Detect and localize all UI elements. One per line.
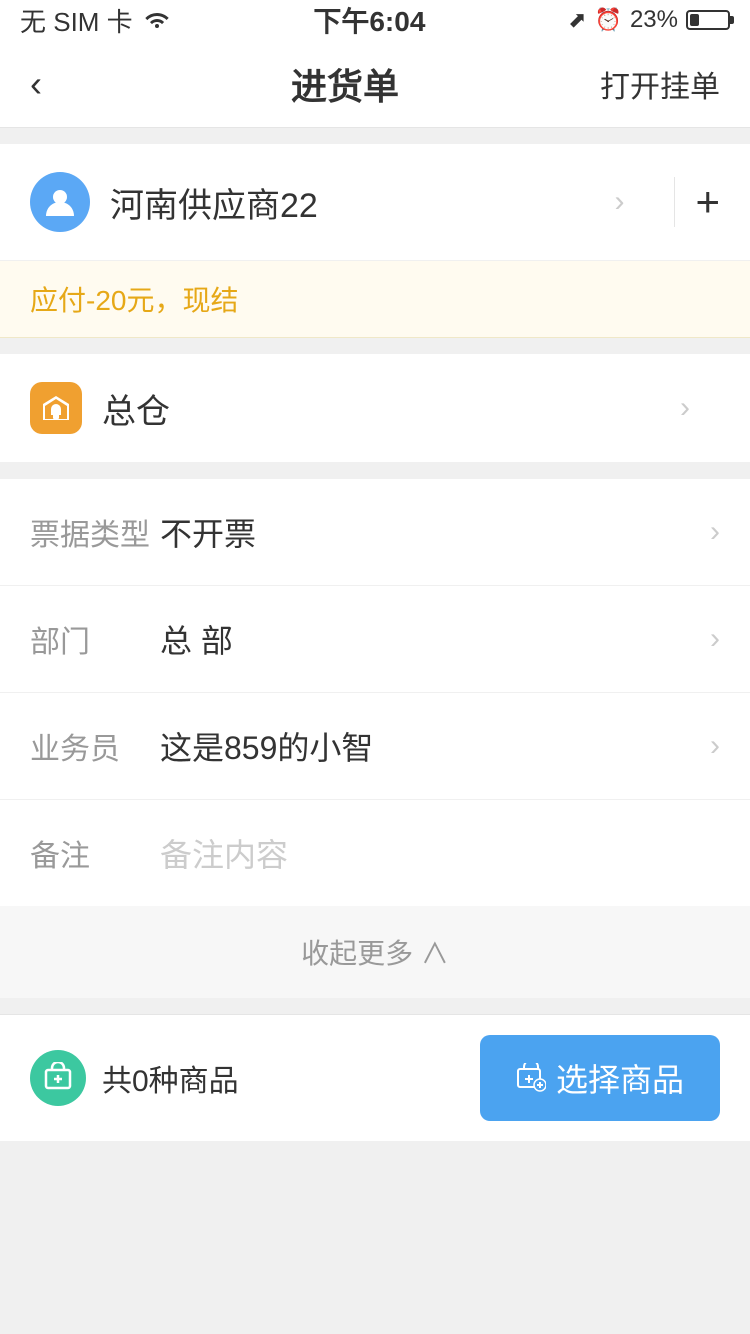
back-button[interactable]: ‹ <box>30 63 90 105</box>
battery-percent: 23% <box>630 6 678 34</box>
section-gap-3 <box>0 463 750 479</box>
form-section: 票据类型 不开票 › 部门 总 部 › 业务员 这是859的小智 › 备注 备注… <box>0 479 750 906</box>
supplier-chevron-icon: › <box>614 185 624 219</box>
dept-value: 总 部 <box>160 616 710 662</box>
status-time: 下午6:04 <box>313 0 425 40</box>
dept-chevron-icon: › <box>710 622 720 656</box>
carrier-text: 无 SIM 卡 <box>20 2 133 39</box>
supplier-row[interactable]: 河南供应商22 › + <box>0 144 750 261</box>
salesman-value: 这是859的小智 <box>160 723 710 769</box>
product-icon-circle <box>30 1050 86 1106</box>
remark-label: 备注 <box>30 831 160 875</box>
ticket-type-row[interactable]: 票据类型 不开票 › <box>0 479 750 586</box>
supplier-section: 河南供应商22 › + 应付-20元，现结 <box>0 144 750 338</box>
salesman-row[interactable]: 业务员 这是859的小智 › <box>0 693 750 800</box>
salesman-chevron-icon: › <box>710 729 720 763</box>
vertical-divider <box>674 177 675 227</box>
ticket-type-value: 不开票 <box>160 509 710 555</box>
location-icon: ⬈ <box>568 7 586 33</box>
select-product-label: 选择商品 <box>556 1055 684 1101</box>
nav-bar: ‹ 进货单 打开挂单 <box>0 40 750 128</box>
remark-row[interactable]: 备注 备注内容 <box>0 800 750 906</box>
supplier-name: 河南供应商22 <box>110 178 614 227</box>
section-gap-1 <box>0 128 750 144</box>
wifi-icon <box>143 5 171 36</box>
open-pending-button[interactable]: 打开挂单 <box>600 62 720 106</box>
status-bar: 无 SIM 卡 下午6:04 ⬈ ⏰ 23% <box>0 0 750 40</box>
status-right: ⬈ ⏰ 23% <box>568 6 730 34</box>
product-count-text: 共0种商品 <box>102 1056 239 1100</box>
product-count-area: 共0种商品 <box>30 1050 239 1106</box>
add-supplier-button[interactable]: + <box>695 178 720 226</box>
dept-row[interactable]: 部门 总 部 › <box>0 586 750 693</box>
main-content: 河南供应商22 › + 应付-20元，现结 总仓 › 票据类型 不开票 › 部门 <box>0 128 750 1334</box>
warehouse-chevron-icon: › <box>680 391 690 425</box>
battery-icon <box>686 10 730 30</box>
collapse-row[interactable]: 收起更多 ∧ <box>0 906 750 998</box>
section-gap-2 <box>0 338 750 354</box>
ticket-type-chevron-icon: › <box>710 515 720 549</box>
supplier-avatar <box>30 172 90 232</box>
warehouse-name: 总仓 <box>102 384 680 433</box>
ticket-type-label: 票据类型 <box>30 510 160 554</box>
dept-label: 部门 <box>30 617 160 661</box>
warehouse-row[interactable]: 总仓 › <box>0 354 750 463</box>
page-title: 进货单 <box>291 58 399 110</box>
supplier-notice: 应付-20元，现结 <box>0 261 750 338</box>
select-product-button[interactable]: 选择商品 <box>480 1035 720 1121</box>
remark-placeholder: 备注内容 <box>160 830 720 876</box>
bottom-bar: 共0种商品 选择商品 <box>0 1014 750 1141</box>
status-left: 无 SIM 卡 <box>20 2 171 39</box>
alarm-icon: ⏰ <box>595 7 622 33</box>
warehouse-icon <box>30 382 82 434</box>
salesman-label: 业务员 <box>30 724 160 768</box>
